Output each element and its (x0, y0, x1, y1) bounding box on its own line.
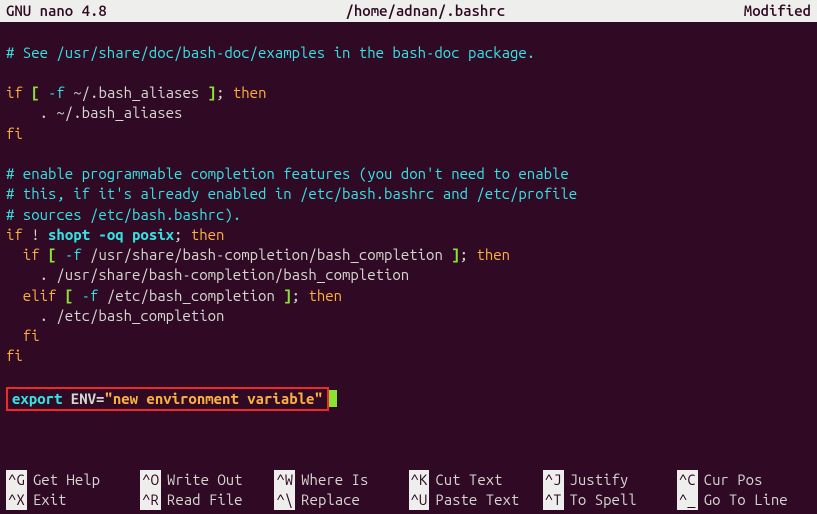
highlighted-export-line: export ENV="new environment variable" (6, 387, 329, 411)
code-line: # See /usr/share/doc/bash-doc/examples i… (6, 44, 535, 61)
app-name: GNU nano 4.8 (6, 1, 107, 21)
shortcut-where-is[interactable]: ^WWhere Is (274, 470, 408, 490)
code-line: . /usr/share/bash-completion/bash_comple… (6, 266, 409, 283)
shortcut-get-help[interactable]: ^GGet Help (6, 470, 140, 490)
shortcut-paste-text[interactable]: ^UPaste Text (409, 490, 543, 510)
code-line: if (6, 246, 40, 263)
shortcut-exit[interactable]: ^XExit (6, 490, 140, 510)
code-line: # sources /etc/bash.bashrc). (6, 206, 241, 223)
shortcut-bar: ^GGet Help ^OWrite Out ^WWhere Is ^KCut … (0, 470, 817, 511)
shortcut-to-spell[interactable]: ^TTo Spell (543, 490, 677, 510)
code-line: fi (6, 327, 40, 344)
shortcut-replace[interactable]: ^\Replace (274, 490, 408, 510)
code-line: # this, if it's already enabled in /etc/… (6, 185, 577, 202)
shortcut-cur-pos[interactable]: ^CCur Pos (677, 470, 811, 490)
shortcut-justify[interactable]: ^JJustify (543, 470, 677, 490)
shortcut-read-file[interactable]: ^RRead File (140, 490, 274, 510)
shortcut-cut-text[interactable]: ^KCut Text (409, 470, 543, 490)
editor-area[interactable]: # See /usr/share/doc/bash-doc/examples i… (0, 22, 817, 411)
code-line: if (6, 84, 23, 101)
code-line: . ~/.bash_aliases (6, 104, 182, 121)
code-line: fi (6, 125, 23, 142)
code-line: # enable programmable completion feature… (6, 165, 569, 182)
titlebar: GNU nano 4.8 /home/adnan/.bashrc Modifie… (0, 0, 817, 22)
code-line: fi (6, 347, 23, 364)
code-line: if (6, 226, 23, 243)
cursor (329, 390, 337, 407)
shortcut-row: ^GGet Help ^OWrite Out ^WWhere Is ^KCut … (6, 470, 811, 490)
file-path: /home/adnan/.bashrc (107, 1, 744, 21)
shortcut-go-to-line[interactable]: ^_Go To Line (677, 490, 811, 510)
shortcut-write-out[interactable]: ^OWrite Out (140, 470, 274, 490)
code-line: . /etc/bash_completion (6, 307, 224, 324)
code-line: elif (6, 287, 56, 304)
modified-status: Modified (744, 1, 811, 21)
shortcut-row: ^XExit ^RRead File ^\Replace ^UPaste Tex… (6, 490, 811, 510)
